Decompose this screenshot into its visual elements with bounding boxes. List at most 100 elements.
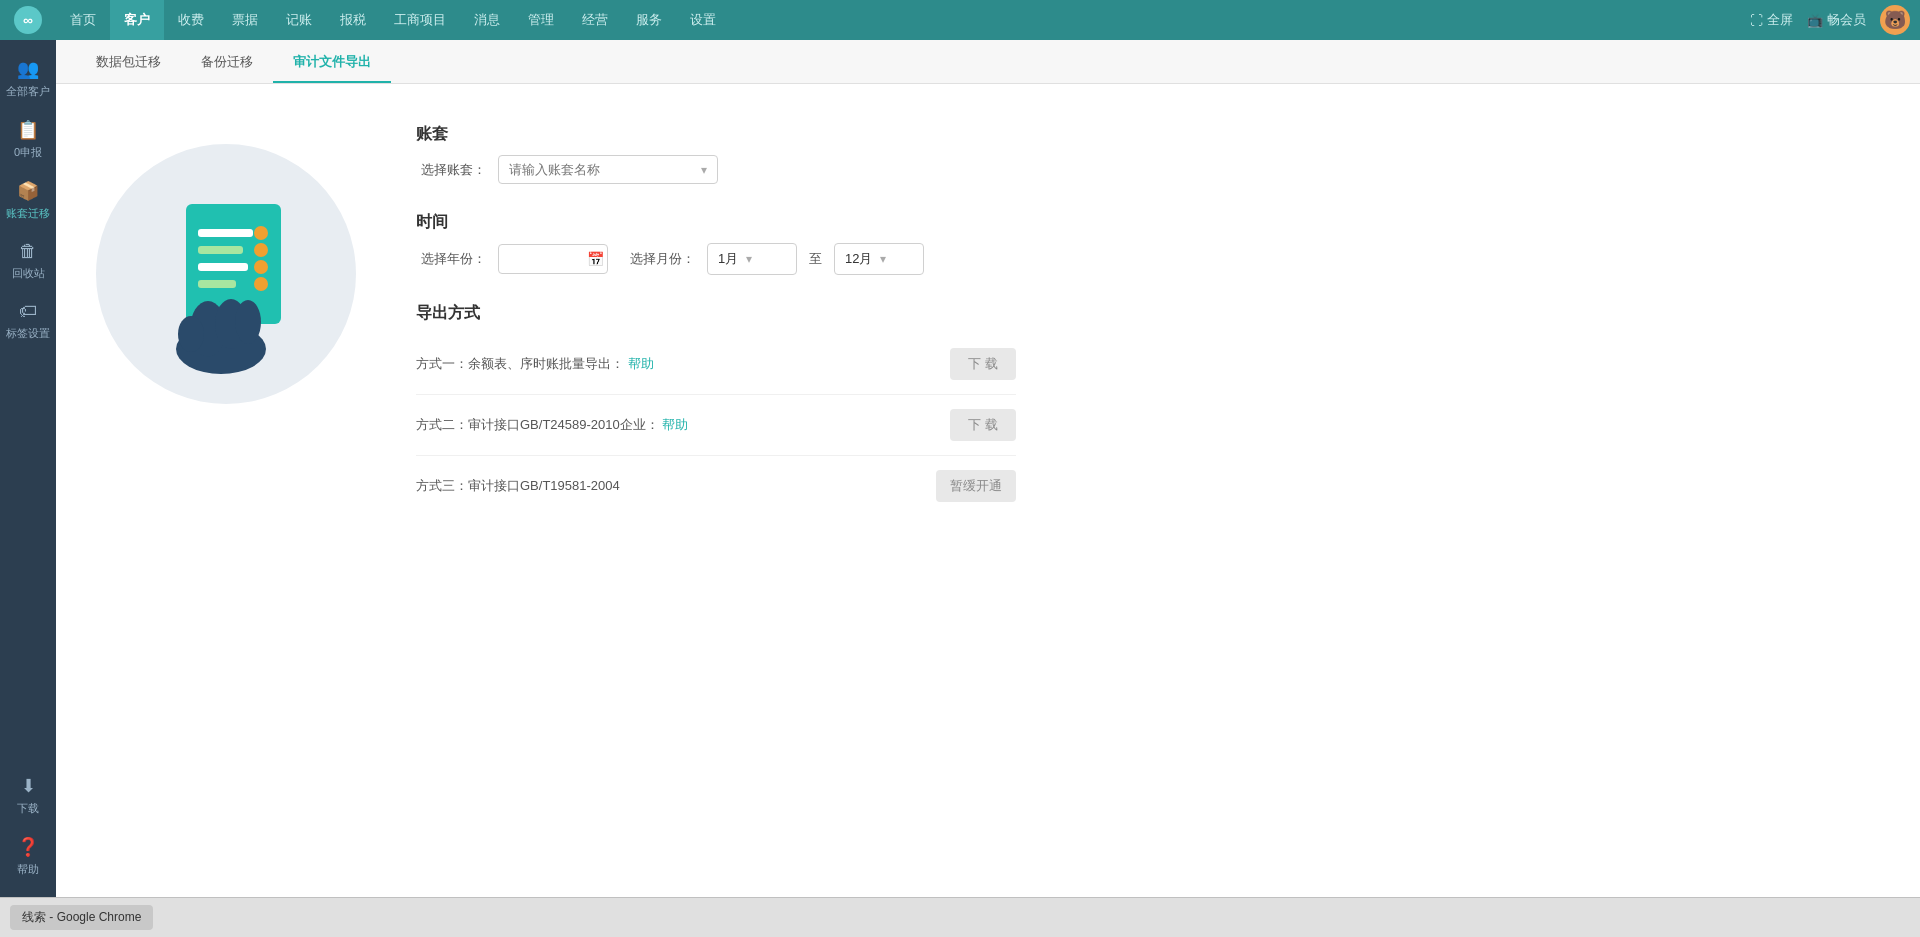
month-start-chevron: ▾: [746, 252, 752, 266]
sidebar-bottom-icon-帮助: ❓: [17, 836, 39, 858]
svg-point-15: [178, 316, 204, 352]
tab-数据包迁移[interactable]: 数据包迁移: [76, 43, 181, 83]
nav-item-服务[interactable]: 服务: [622, 0, 676, 40]
sidebar-item-0申报[interactable]: 📋0申报: [0, 111, 56, 168]
nav-item-记账[interactable]: 记账: [272, 0, 326, 40]
month-end-select[interactable]: 12月 ▾: [834, 243, 924, 275]
time-section-title: 时间: [416, 212, 1016, 233]
svg-point-9: [254, 260, 268, 274]
month-end-value: 12月: [845, 250, 872, 268]
sidebar-label-0申报: 0申报: [14, 145, 42, 160]
export-btn-2[interactable]: 下 载: [950, 409, 1016, 441]
content-area: 数据包迁移备份迁移审计文件导出: [56, 40, 1920, 897]
nav-item-首页[interactable]: 首页: [56, 0, 110, 40]
nav-item-管理[interactable]: 管理: [514, 0, 568, 40]
nav-item-客户[interactable]: 客户: [110, 0, 164, 40]
sidebar-item-标签设置[interactable]: 🏷 标签设置: [0, 293, 56, 349]
sidebar-item-全部客户[interactable]: 👥 全部客户: [0, 50, 56, 107]
fullscreen-label: 全屏: [1767, 11, 1793, 29]
account-select-label: 选择账套：: [416, 161, 486, 179]
export-section-title: 导出方式: [416, 303, 1016, 324]
account-row: 选择账套： ▾: [416, 155, 1016, 184]
svg-point-14: [235, 300, 261, 344]
nav-item-票据[interactable]: 票据: [218, 0, 272, 40]
taskbar: 线索 - Google Chrome: [0, 897, 1920, 937]
month-start-value: 1月: [718, 250, 738, 268]
svg-rect-6: [198, 280, 236, 288]
nav-items: 首页客户收费票据记账报税工商项目消息管理经营服务设置: [56, 0, 730, 40]
user-avatar[interactable]: 🐻: [1880, 5, 1910, 35]
nav-item-报税[interactable]: 报税: [326, 0, 380, 40]
export-method-text-3: 方式三：审计接口GB/T19581-2004: [416, 477, 620, 495]
export-method-2: 方式二：审计接口GB/T24589-2010企业： 帮助 下 载: [416, 395, 1016, 456]
sidebar-label-账套迁移: 账套迁移: [6, 206, 50, 221]
sidebar-icon-标签设置: 🏷: [19, 301, 37, 322]
form-area: 账套 选择账套： ▾ 时间 选择年份： 202: [416, 114, 1016, 867]
nav-right-area: ⛶ 全屏 📺 畅会员 🐻: [1750, 5, 1910, 35]
export-method-text-2: 方式二：审计接口GB/T24589-2010企业： 帮助: [416, 416, 688, 434]
main-layout: 👥全部客户📋0申报📦账套迁移🗑回收站🏷标签设置⬇下载❓帮助 数据包迁移备份迁移审…: [0, 40, 1920, 897]
fullscreen-button[interactable]: ⛶ 全屏: [1750, 11, 1793, 29]
sidebar-item-账套迁移[interactable]: 📦 账套迁移: [0, 172, 56, 229]
svg-point-7: [254, 226, 268, 240]
export-help-link-1[interactable]: 帮助: [628, 356, 654, 371]
export-btn-3[interactable]: 暂缓开通: [936, 470, 1016, 502]
year-label: 选择年份：: [416, 250, 486, 268]
export-methods-list: 方式一：余额表、序时账批量导出： 帮助下 载方式二：审计接口GB/T24589-…: [416, 334, 1016, 516]
year-input[interactable]: 2023: [509, 252, 579, 267]
svg-point-8: [254, 243, 268, 257]
svg-rect-5: [198, 263, 248, 271]
nav-item-设置[interactable]: 设置: [676, 0, 730, 40]
export-btn-1[interactable]: 下 载: [950, 348, 1016, 380]
sidebar-bottom-下载[interactable]: ⬇下载: [0, 767, 56, 824]
month-start-select[interactable]: 1月 ▾: [707, 243, 797, 275]
vip-icon: 📺: [1807, 13, 1823, 28]
month-end-chevron: ▾: [880, 252, 886, 266]
account-section-title: 账套: [416, 124, 1016, 145]
month-label: 选择月份：: [630, 250, 695, 268]
export-section: 导出方式 方式一：余额表、序时账批量导出： 帮助下 载方式二：审计接口GB/T2…: [416, 303, 1016, 516]
fullscreen-icon: ⛶: [1750, 13, 1763, 28]
account-section: 账套 选择账套： ▾: [416, 124, 1016, 184]
sidebar-icon-回收站: 🗑: [19, 241, 37, 262]
illustration-circle: [96, 144, 356, 404]
vip-label: 畅会员: [1827, 11, 1866, 29]
illustration-area: [96, 114, 356, 867]
app-logo[interactable]: ∞: [10, 2, 46, 38]
svg-rect-4: [198, 246, 243, 254]
sidebar-label-全部客户: 全部客户: [6, 84, 50, 99]
sidebar-label-标签设置: 标签设置: [6, 326, 50, 341]
sidebar-bottom-icon-下载: ⬇: [21, 775, 36, 797]
account-select[interactable]: ▾: [498, 155, 718, 184]
export-help-link-2[interactable]: 帮助: [662, 417, 688, 432]
sidebar-label-回收站: 回收站: [12, 266, 45, 281]
main-content: 账套 选择账套： ▾ 时间 选择年份： 202: [56, 84, 1920, 897]
nav-item-经营[interactable]: 经营: [568, 0, 622, 40]
audit-illustration: [136, 174, 316, 374]
nav-item-工商项目[interactable]: 工商项目: [380, 0, 460, 40]
vip-button[interactable]: 📺 畅会员: [1807, 11, 1866, 29]
svg-text:∞: ∞: [23, 12, 33, 28]
sidebar-item-回收站[interactable]: 🗑 回收站: [0, 233, 56, 289]
export-method-3: 方式三：审计接口GB/T19581-2004 暂缓开通: [416, 456, 1016, 516]
svg-point-10: [254, 277, 268, 291]
export-method-1: 方式一：余额表、序时账批量导出： 帮助 下 载: [416, 334, 1016, 395]
nav-item-消息[interactable]: 消息: [460, 0, 514, 40]
top-navigation: ∞ 首页客户收费票据记账报税工商项目消息管理经营服务设置 ⛶ 全屏 📺 畅会员 …: [0, 0, 1920, 40]
taskbar-chrome-item[interactable]: 线索 - Google Chrome: [10, 905, 153, 930]
sidebar-bottom-帮助[interactable]: ❓帮助: [0, 828, 56, 885]
svg-rect-3: [198, 229, 253, 237]
to-label: 至: [809, 250, 822, 268]
account-select-input[interactable]: [509, 162, 701, 177]
year-input-field[interactable]: 2023 📅: [498, 244, 608, 274]
sidebar: 👥 全部客户 📋0申报 📦 账套迁移 🗑 回收站 🏷 标签设置 ⬇下载❓帮助: [0, 40, 56, 897]
time-row: 选择年份： 2023 📅 选择月份： 1月 ▾ 至 12月: [416, 243, 1016, 275]
export-method-text-1: 方式一：余额表、序时账批量导出： 帮助: [416, 355, 654, 373]
account-select-chevron: ▾: [701, 163, 707, 177]
calendar-icon: 📅: [587, 251, 604, 267]
sidebar-icon-全部客户: 👥: [17, 58, 39, 80]
sidebar-icon-账套迁移: 📦: [17, 180, 39, 202]
nav-item-收费[interactable]: 收费: [164, 0, 218, 40]
tab-审计文件导出[interactable]: 审计文件导出: [273, 43, 391, 83]
tab-备份迁移[interactable]: 备份迁移: [181, 43, 273, 83]
